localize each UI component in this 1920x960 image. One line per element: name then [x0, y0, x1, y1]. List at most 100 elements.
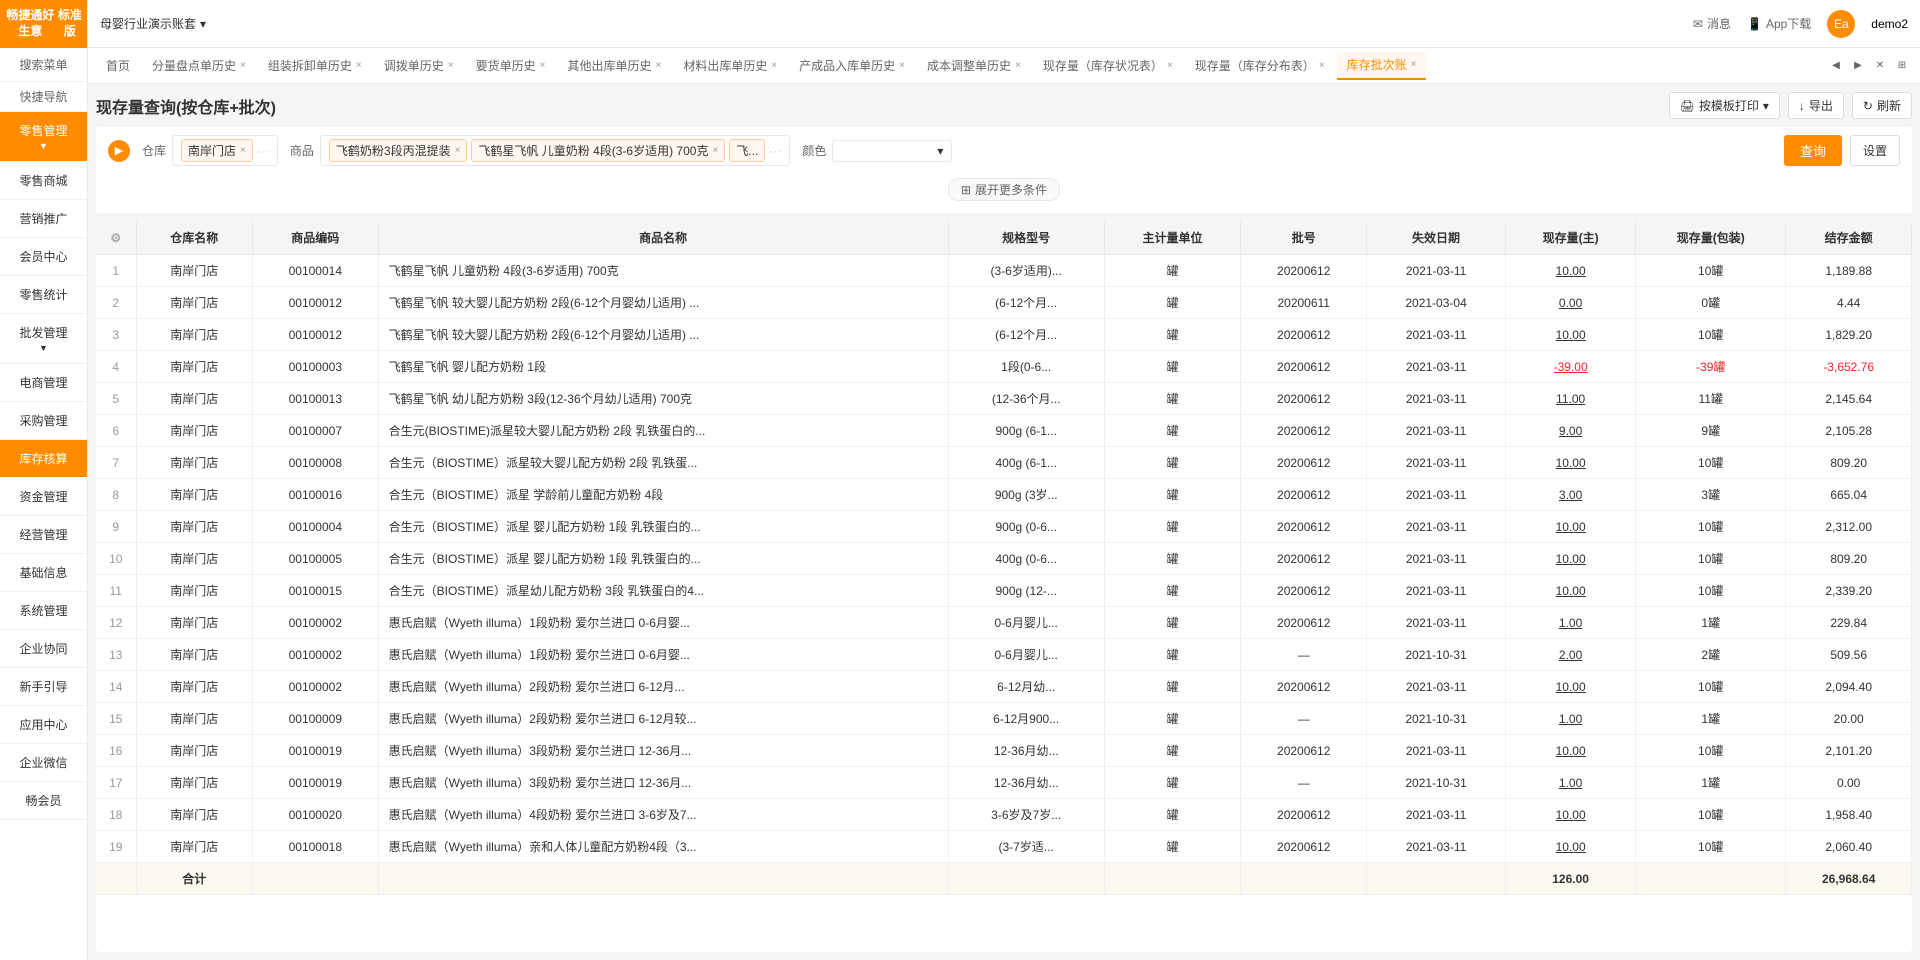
tab-close-icon[interactable]: ×: [1015, 60, 1021, 71]
table-header: ⚙仓库名称商品编码商品名称规格型号主计量单位批号失效日期现存量(主)现存量(包装…: [96, 221, 1912, 255]
sidebar-item-畅会员[interactable]: 畅会员: [0, 782, 87, 820]
summary-row: 合计126.0026,968.64: [96, 863, 1912, 895]
product-tag1-close[interactable]: ×: [455, 145, 461, 156]
sidebar-item-电商管理[interactable]: 电商管理: [0, 364, 87, 402]
sidebar-item-企业协同[interactable]: 企业协同: [0, 630, 87, 668]
sidebar-item-经营管理[interactable]: 经营管理: [0, 516, 87, 554]
expand-conditions-btn[interactable]: ⊞ 展开更多条件: [948, 178, 1060, 201]
tab-close-icon[interactable]: ×: [540, 60, 546, 71]
qty-link[interactable]: 10.00: [1556, 584, 1586, 598]
sidebar-item-资金管理[interactable]: 资金管理: [0, 478, 87, 516]
query-btn[interactable]: 查询: [1784, 135, 1842, 166]
template-print-btn[interactable]: 🖨 按模板打印 ▾: [1669, 92, 1780, 119]
tab-成本调整单历史[interactable]: 成本调整单历史×: [917, 52, 1031, 80]
tab-现存量（库存分布表）[interactable]: 现存量（库存分布表）×: [1185, 52, 1335, 80]
sidebar-search[interactable]: 搜索菜单: [0, 48, 87, 82]
qty-link[interactable]: 10.00: [1556, 328, 1586, 342]
sidebar-item-库存核算[interactable]: 库存核算: [0, 440, 87, 478]
tab-要货单历史[interactable]: 要货单历史×: [466, 52, 556, 80]
qty-link[interactable]: 10.00: [1556, 264, 1586, 278]
sidebar-shortcut[interactable]: 快捷导航: [0, 82, 87, 112]
filter-row-1: ▶ 仓库 南岸门店 × ··· 商品 飞鹤奶粉3段: [108, 135, 1900, 166]
tab-调拨单历史[interactable]: 调拨单历史×: [374, 52, 464, 80]
main-area: 母婴行业演示账套 ▾ ✉ 消息 📱 App下载 Ea demo2 首页分量盘点单…: [88, 0, 1920, 960]
tab-首页[interactable]: 首页: [96, 52, 140, 80]
sidebar-item-零售统计[interactable]: 零售统计: [0, 276, 87, 314]
tab-next-btn[interactable]: ▶: [1848, 56, 1868, 76]
export-icon: ↓: [1799, 99, 1805, 113]
tab-close-icon[interactable]: ×: [1411, 59, 1417, 70]
color-filter-value[interactable]: ▾: [832, 140, 952, 162]
sidebar-item-采购管理[interactable]: 采购管理: [0, 402, 87, 440]
warehouse-filter-value[interactable]: 南岸门店 × ···: [172, 135, 278, 166]
industry-selector[interactable]: 母婴行业演示账套 ▾: [100, 15, 280, 32]
tab-分量盘点单历史[interactable]: 分量盘点单历史×: [142, 52, 256, 80]
qty-link[interactable]: 11.00: [1556, 392, 1585, 406]
tab-close-icon[interactable]: ×: [771, 60, 777, 71]
table-row: 3南岸门店00100012飞鹤星飞帆 较大婴儿配方奶粉 2段(6-12个月婴幼儿…: [96, 319, 1912, 351]
sidebar-item-会员中心[interactable]: 会员中心: [0, 238, 87, 276]
sidebar-item-系统管理[interactable]: 系统管理: [0, 592, 87, 630]
page-title: 现存量查询(按仓库+批次): [96, 94, 276, 118]
tab-close-icon[interactable]: ×: [240, 60, 246, 71]
settings-btn[interactable]: 设置: [1850, 135, 1900, 166]
tabs-container: 首页分量盘点单历史×组装拆卸单历史×调拨单历史×要货单历史×其他出库单历史×材料…: [96, 52, 1824, 80]
sidebar-item-零售管理[interactable]: 零售管理▼: [0, 112, 87, 162]
export-btn[interactable]: ↓ 导出: [1788, 92, 1844, 119]
qty-link[interactable]: 10.00: [1556, 840, 1586, 854]
refresh-btn[interactable]: ↻ 刷新: [1852, 92, 1912, 119]
tab-组装拆卸单历史[interactable]: 组装拆卸单历史×: [258, 52, 372, 80]
sidebar-item-基础信息[interactable]: 基础信息: [0, 554, 87, 592]
tab-close-icon[interactable]: ×: [655, 60, 661, 71]
tab-材料出库单历史[interactable]: 材料出库单历史×: [673, 52, 787, 80]
qty-link[interactable]: 9.00: [1559, 424, 1582, 438]
tab-库存批次账[interactable]: 库存批次账×: [1337, 52, 1427, 80]
username: demo2: [1871, 17, 1908, 31]
tab-现存量（库存状况表）[interactable]: 现存量（库存状况表）×: [1033, 52, 1183, 80]
col-header-1: 仓库名称: [136, 221, 253, 255]
qty-link[interactable]: 10.00: [1556, 520, 1586, 534]
warehouse-tag-close[interactable]: ×: [240, 145, 246, 156]
refresh-icon: ↻: [1863, 99, 1873, 113]
sidebar-item-营销推广[interactable]: 营销推广: [0, 200, 87, 238]
col-header-9: 现存量(包装): [1636, 221, 1786, 255]
qty-link[interactable]: 1.00: [1559, 712, 1582, 726]
sidebar-item-批发管理[interactable]: 批发管理▼: [0, 314, 87, 364]
tab-menu-btn[interactable]: ⊞: [1892, 56, 1912, 76]
product-filter-value[interactable]: 飞鹤奶粉3段丙混提装 × 飞鹤星飞帆 儿童奶粉 4段(3-6岁适用) 700克 …: [320, 135, 790, 166]
page-actions: 🖨 按模板打印 ▾ ↓ 导出 ↻ 刷新: [1669, 92, 1912, 119]
tab-close-icon[interactable]: ×: [448, 60, 454, 71]
qty-link[interactable]: -39.00: [1554, 360, 1588, 374]
table-row: 18南岸门店00100020惠氏启赋（Wyeth illuma）4段奶粉 爱尔兰…: [96, 799, 1912, 831]
tab-close-icon[interactable]: ×: [899, 60, 905, 71]
sidebar-item-应用中心[interactable]: 应用中心: [0, 706, 87, 744]
filter-warehouse: 仓库 南岸门店 × ···: [142, 135, 278, 166]
qty-link[interactable]: 10.00: [1556, 456, 1586, 470]
table-row: 4南岸门店00100003飞鹤星飞帆 婴儿配方奶粉 1段1段(0-6...罐20…: [96, 351, 1912, 383]
qty-link[interactable]: 10.00: [1556, 808, 1586, 822]
qty-link[interactable]: 10.00: [1556, 744, 1586, 758]
settings-icon[interactable]: ⚙: [110, 231, 121, 245]
collapse-btn[interactable]: ▶: [108, 140, 130, 162]
qty-link[interactable]: 10.00: [1556, 552, 1586, 566]
sidebar-item-新手引导[interactable]: 新手引导: [0, 668, 87, 706]
sidebar-item-零售商城[interactable]: 零售商城: [0, 162, 87, 200]
tab-其他出库单历史[interactable]: 其他出库单历史×: [557, 52, 671, 80]
qty-link[interactable]: 3.00: [1559, 488, 1582, 502]
avatar[interactable]: Ea: [1827, 10, 1855, 38]
tab-产成品入库单历史[interactable]: 产成品入库单历史×: [789, 52, 915, 80]
qty-link[interactable]: 2.00: [1559, 648, 1582, 662]
sidebar-item-企业微信[interactable]: 企业微信: [0, 744, 87, 782]
tab-close-icon[interactable]: ×: [1167, 60, 1173, 71]
product-tag2-close[interactable]: ×: [712, 145, 718, 156]
tab-close-icon[interactable]: ×: [1319, 60, 1325, 71]
qty-link[interactable]: 1.00: [1559, 776, 1582, 790]
tab-close-btn[interactable]: ✕: [1870, 56, 1890, 76]
qty-link[interactable]: 10.00: [1556, 680, 1586, 694]
qty-link[interactable]: 0.00: [1559, 296, 1582, 310]
message-btn[interactable]: ✉ 消息: [1693, 15, 1731, 32]
tab-close-icon[interactable]: ×: [356, 60, 362, 71]
tab-prev-btn[interactable]: ◀: [1826, 56, 1846, 76]
app-download-btn[interactable]: 📱 App下载: [1747, 15, 1811, 32]
qty-link[interactable]: 1.00: [1559, 616, 1582, 630]
